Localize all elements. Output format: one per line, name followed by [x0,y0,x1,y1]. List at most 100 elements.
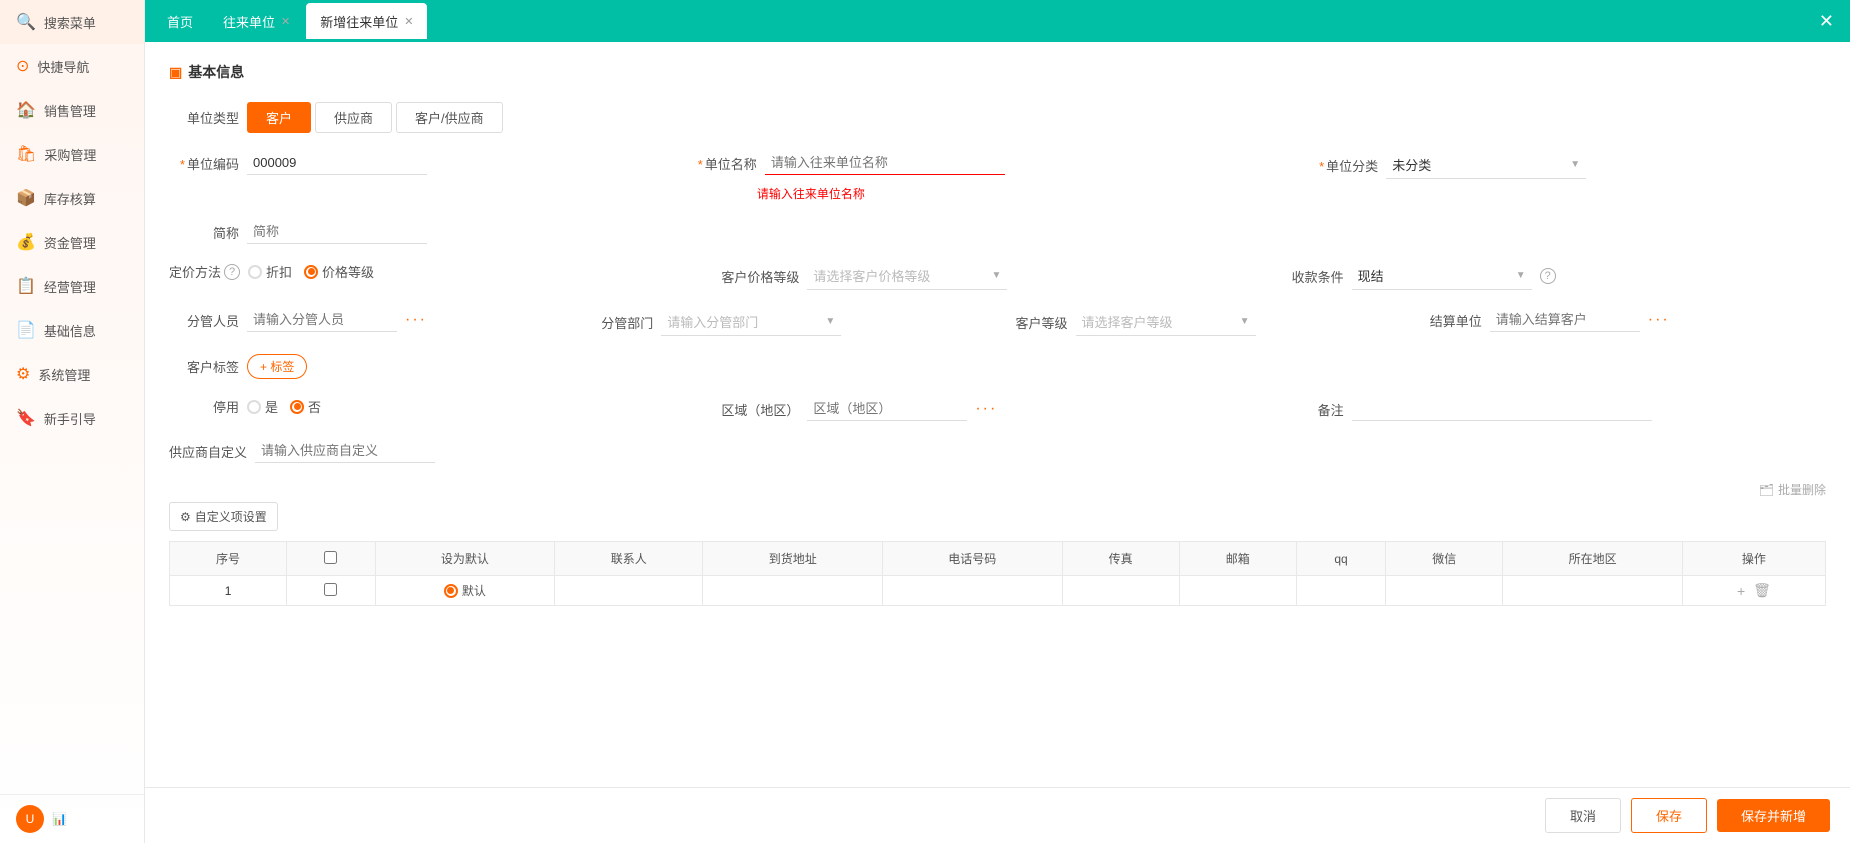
manager-input[interactable] [247,308,397,332]
unit-category-field: *单位分类 未分类 ▼ [1308,151,1826,179]
inventory-icon: 📦 [16,188,36,208]
disabled-no-label: 否 [308,397,321,416]
customer-price-level-field: 客户价格等级 请选择客户价格等级 ▼ [721,262,1273,290]
row-checkbox[interactable] [324,583,337,596]
custom-settings-button[interactable]: ⚙ 自定义项设置 [169,502,278,531]
customer-level-label: 客户等级 [998,313,1068,332]
region-input[interactable] [807,397,967,421]
unit-info-row: *单位编码 *单位名称 请输入往来单位名称 *单位分类 未分类 [169,151,1826,202]
dept-arrow-icon: ▼ [825,316,835,327]
tab-new-partner-close[interactable]: ✕ [404,15,413,28]
pricing-radio-group: 折扣 价格等级 [248,262,374,281]
sidebar-item-operations[interactable]: 📋 经营管理 [0,264,144,308]
customer-price-level-label: 客户价格等级 [721,267,799,286]
row-default-radio [444,584,458,598]
batch-delete-label[interactable]: 批量删除 [1778,481,1826,498]
unit-category-value: 未分类 [1392,155,1431,174]
remarks-field: 备注 [1274,397,1826,421]
settlement-unit-label: 结算单位 [1412,311,1482,330]
user-info-icon: 📊 [52,812,67,826]
sidebar-item-inventory[interactable]: 📦 库存核算 [0,176,144,220]
save-button[interactable]: 保存 [1631,798,1707,833]
tab-partners-close[interactable]: ✕ [281,15,290,28]
settlement-unit-input[interactable] [1490,308,1640,332]
disabled-field: 停用 是 否 [169,397,721,416]
disabled-yes-radio [247,400,261,414]
row-action-group: + 🗑 [1693,582,1815,599]
disabled-yes-label: 是 [265,397,278,416]
remarks-input[interactable] [1352,397,1652,421]
row-wechat [1386,576,1503,606]
pricing-help-icon[interactable]: ? [224,264,240,280]
sidebar-item-purchase[interactable]: 🛍 采购管理 [0,132,144,176]
pricing-discount-option[interactable]: 折扣 [248,262,292,281]
disabled-yes-option[interactable]: 是 [247,397,278,416]
customer-level-select[interactable]: 请选择客户等级 ▼ [1076,308,1256,336]
pricing-label: 定价方法 ? [169,262,240,281]
table-header-row: 序号 设为默认 联系人 到货地址 电话号码 传真 邮箱 qq 微信 所在地区 操… [170,542,1826,576]
unit-name-label: *单位名称 [687,154,757,173]
home-icon: ⊙ [16,56,29,76]
region-field: 区域（地区） ··· [721,397,1273,421]
payment-terms-field: 收款条件 现结 ▼ ? [1274,262,1826,290]
sidebar-item-guide[interactable]: 🔖 新手引导 [0,396,144,440]
payment-terms-arrow-icon: ▼ [1516,270,1526,281]
supplier-custom-field: 供应商自定义 [169,439,1826,463]
row-fax [1062,576,1179,606]
disabled-row: 停用 是 否 区域（地区） ··· 备注 [169,397,1826,421]
row-contact [555,576,703,606]
payment-terms-select[interactable]: 现结 ▼ [1352,262,1532,290]
batch-delete-area: 🗂 批量删除 [169,481,1826,498]
sidebar-item-label: 搜索菜单 [44,13,96,32]
sidebar-item-label: 库存核算 [44,189,96,208]
table-select-all[interactable] [324,551,337,564]
payment-terms-help-icon[interactable]: ? [1540,268,1556,284]
sidebar-item-label: 采购管理 [44,145,96,164]
short-name-input[interactable] [247,220,427,244]
type-btn-customer[interactable]: 客户 [247,102,311,133]
region-more-btn[interactable]: ··· [975,400,997,418]
unit-category-select[interactable]: 未分类 ▼ [1386,151,1586,179]
window-close-button[interactable]: ✕ [1811,11,1842,32]
customer-level-arrow-icon: ▼ [1240,316,1250,327]
supplier-custom-row: 供应商自定义 [169,439,1826,463]
sidebar-item-search[interactable]: 🔍 搜索菜单 [0,0,144,44]
sidebar-item-label: 销售管理 [44,101,96,120]
dept-label: 分管部门 [583,313,653,332]
type-btn-supplier[interactable]: 供应商 [315,102,392,133]
sidebar-item-basic[interactable]: 📄 基础信息 [0,308,144,352]
col-wechat: 微信 [1386,542,1503,576]
unit-code-input[interactable] [247,151,427,175]
cancel-button[interactable]: 取消 [1545,798,1621,833]
section-title-text: 基本信息 [188,62,244,82]
short-name-row: 简称 [169,220,1826,244]
row-default-radio-item[interactable]: 默认 [386,582,545,599]
pricing-level-option[interactable]: 价格等级 [304,262,374,281]
manager-more-btn[interactable]: ··· [405,311,427,329]
settlement-unit-more-btn[interactable]: ··· [1648,311,1670,329]
tab-home[interactable]: 首页 [153,3,207,39]
operations-icon: 📋 [16,276,36,296]
sidebar-item-sales[interactable]: 🏠 销售管理 [0,88,144,132]
add-tag-button[interactable]: + 标签 [247,354,307,379]
batch-delete-icon: 🗂 [1759,483,1774,497]
tab-new-partner[interactable]: 新增往来单位 ✕ [306,3,427,39]
guide-icon: 🔖 [16,408,36,428]
delete-row-btn[interactable]: 🗑 [1753,582,1771,599]
save-new-button[interactable]: 保存并新增 [1717,799,1830,832]
dept-select[interactable]: 请输入分管部门 ▼ [661,308,841,336]
sidebar-item-system[interactable]: ⚙ 系统管理 [0,352,144,396]
unit-name-input[interactable] [765,151,1005,175]
unit-code-field: *单位编码 [169,151,687,175]
unit-type-field: 单位类型 客户 供应商 客户/供应商 [169,102,1826,133]
section-title: ▣ 基本信息 [169,62,1826,82]
sidebar-item-quicknav[interactable]: ⊙ 快捷导航 [0,44,144,88]
disabled-no-option[interactable]: 否 [290,397,321,416]
add-row-btn[interactable]: + [1737,583,1745,599]
gear-icon: ⚙ [180,510,191,524]
supplier-custom-input[interactable] [255,439,435,463]
type-btn-both[interactable]: 客户/供应商 [396,102,503,133]
tab-partners[interactable]: 往来单位 ✕ [209,3,304,39]
sidebar-item-finance[interactable]: 💰 资金管理 [0,220,144,264]
customer-price-level-select[interactable]: 请选择客户价格等级 ▼ [807,262,1007,290]
